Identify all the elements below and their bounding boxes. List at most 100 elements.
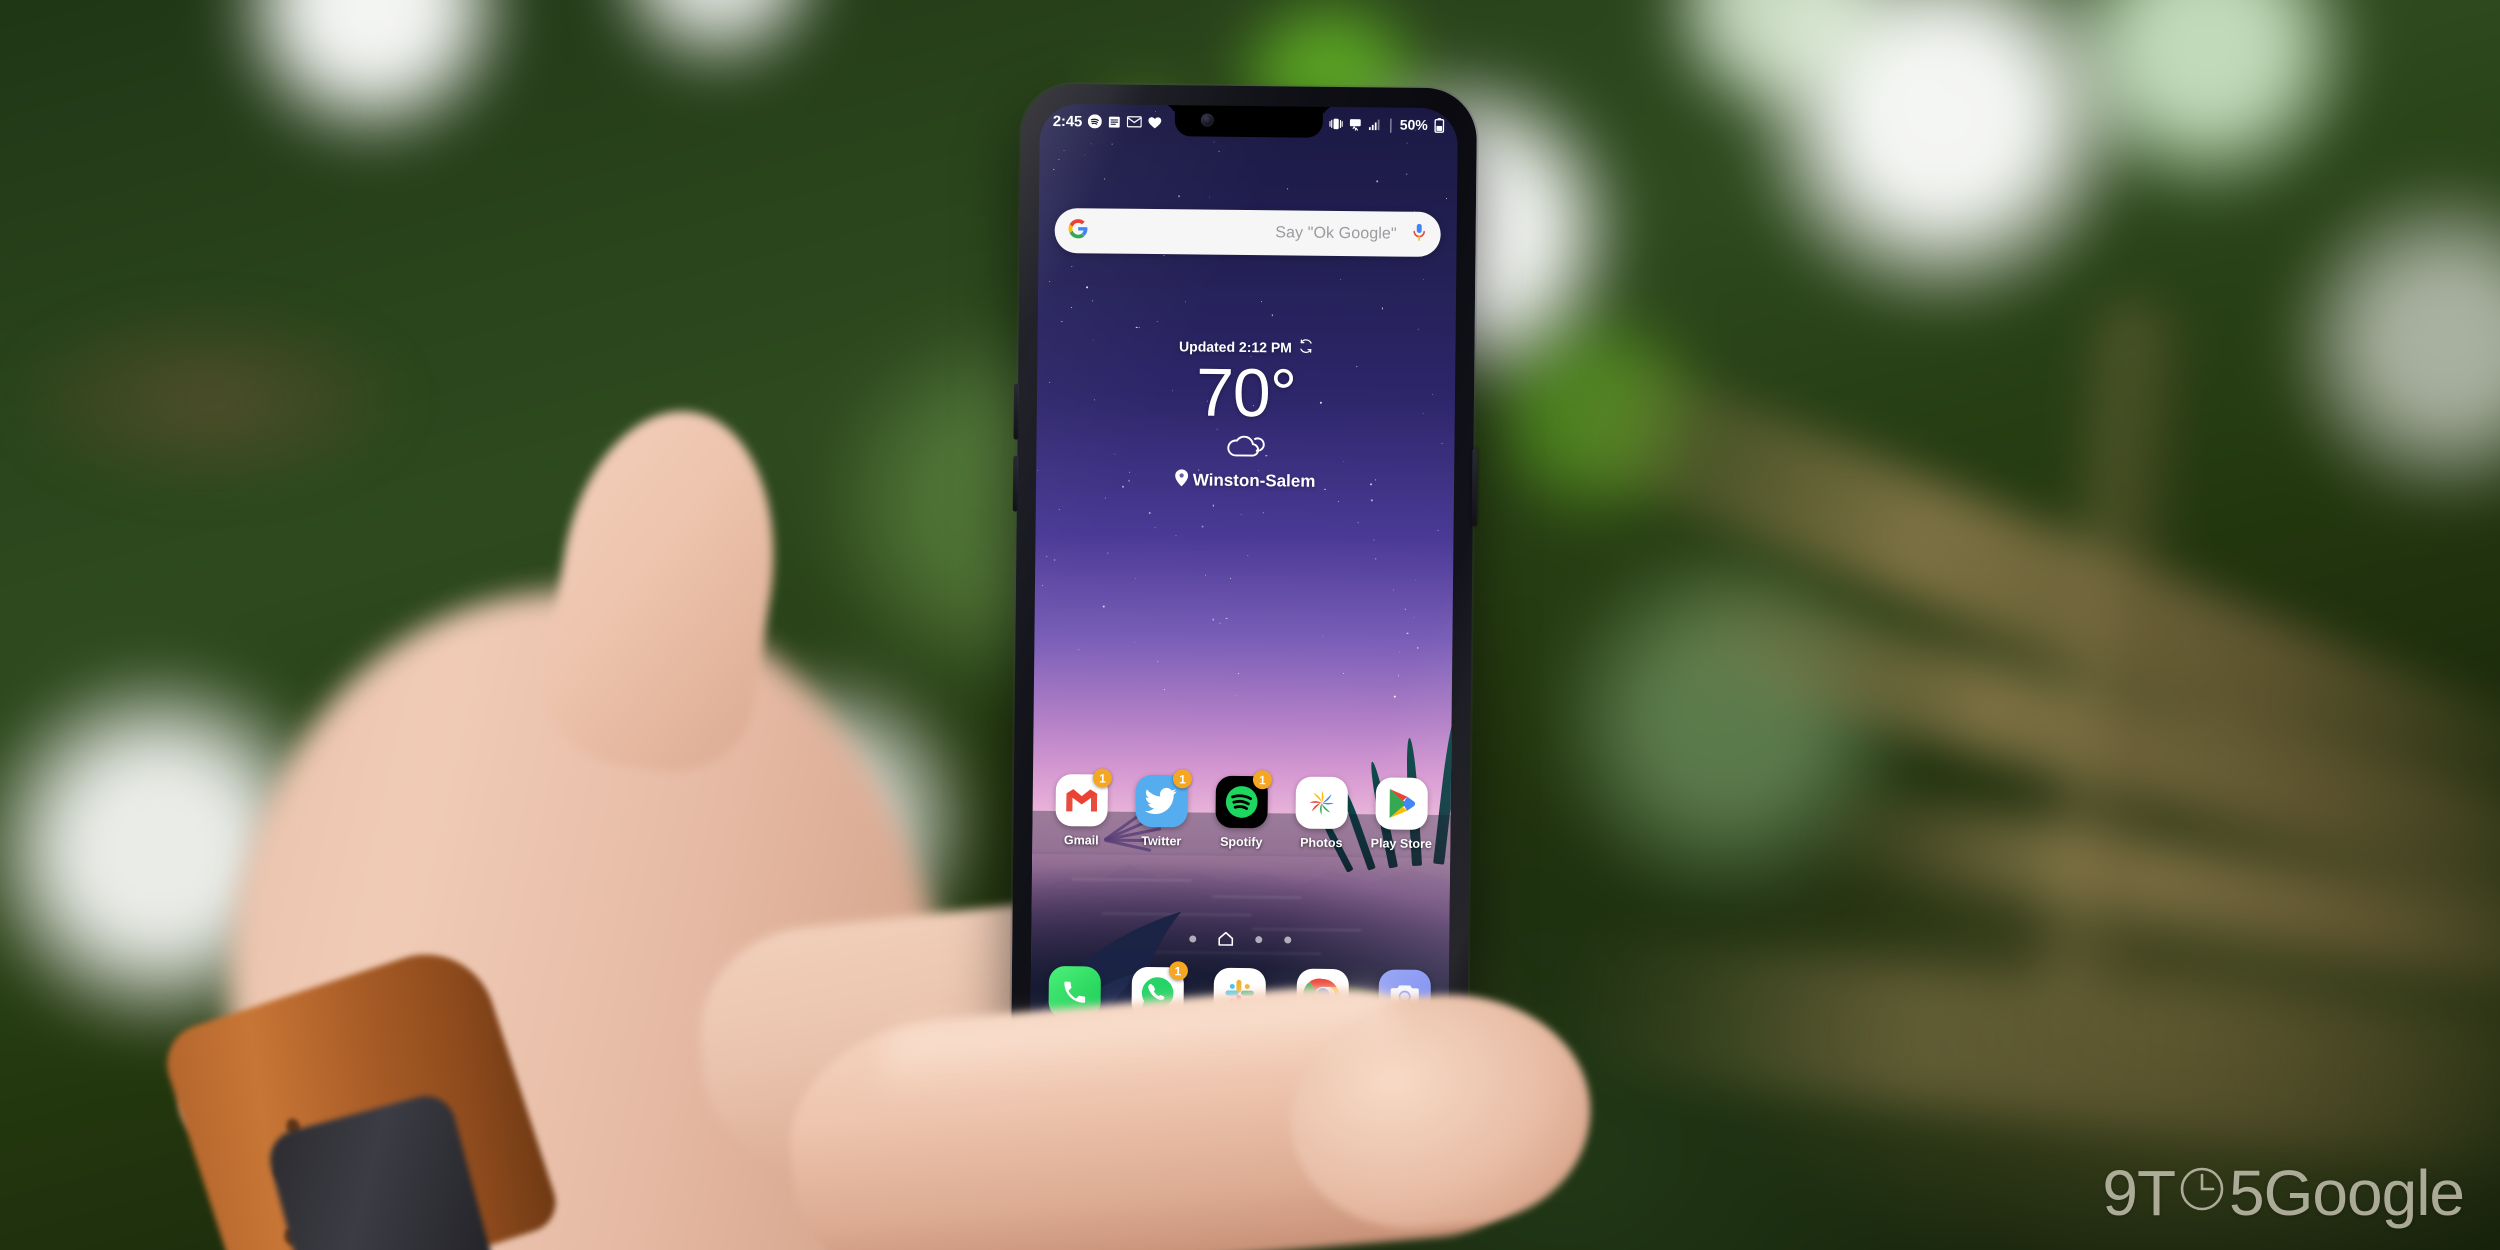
star <box>1437 529 1439 531</box>
list-icon <box>1108 115 1121 128</box>
star <box>1262 511 1264 513</box>
star <box>1135 326 1138 329</box>
app-label: Gmail <box>1063 833 1099 848</box>
star <box>1138 326 1140 328</box>
location-pin-icon <box>1174 468 1188 491</box>
star <box>1078 649 1080 651</box>
star <box>1164 689 1166 691</box>
status-divider: | <box>1388 115 1393 134</box>
star <box>1393 589 1395 591</box>
star <box>1373 538 1375 540</box>
star <box>1321 636 1323 638</box>
star <box>1240 513 1242 515</box>
star <box>1148 511 1151 514</box>
star <box>1163 255 1165 257</box>
star <box>1218 150 1220 152</box>
spotify-icon <box>1088 114 1103 129</box>
star <box>1212 505 1215 507</box>
star <box>1357 522 1359 524</box>
star <box>1414 580 1416 582</box>
star <box>1416 647 1419 650</box>
star <box>1184 301 1186 303</box>
google-g-icon <box>1068 218 1089 244</box>
star <box>1260 301 1262 303</box>
badge-count: 1 <box>1172 769 1193 789</box>
star <box>1414 616 1416 618</box>
microphone-icon[interactable] <box>1411 222 1428 246</box>
page-dot[interactable] <box>1284 935 1292 944</box>
weather-temperature: 70° <box>1195 354 1297 432</box>
status-bar-clock: 2:45 <box>1052 112 1083 130</box>
star <box>1134 578 1136 580</box>
photos-icon[interactable] <box>1295 776 1348 830</box>
volume-down-button[interactable] <box>1012 455 1019 512</box>
star <box>1070 265 1072 267</box>
app-row: 1 Gmail 1 Twitter 1 Spotify Photos Play … <box>1032 768 1451 851</box>
battery-icon <box>1434 117 1445 133</box>
star <box>1247 554 1249 556</box>
star <box>1381 307 1384 310</box>
weather-widget[interactable]: Updated 2:12 PM 70° Winston-Salem <box>1036 336 1456 494</box>
star <box>1063 149 1065 152</box>
app-photos[interactable]: Photos <box>1286 776 1357 850</box>
badge-count: 1 <box>1252 770 1273 790</box>
phone-screen[interactable]: 2:45 | 50% Say "Ok Google" Updated 2:12 … <box>1030 103 1458 1065</box>
star <box>1234 694 1236 696</box>
app-gmail[interactable]: 1 Gmail <box>1046 768 1117 848</box>
app-label: Play Store <box>1370 836 1432 851</box>
star <box>1406 142 1408 144</box>
star <box>1342 673 1344 675</box>
star <box>1417 328 1420 331</box>
star <box>1376 180 1379 182</box>
volume-up-button[interactable] <box>1013 383 1020 440</box>
app-twitter[interactable]: 1 Twitter <box>1126 769 1197 849</box>
refresh-icon[interactable] <box>1299 339 1314 357</box>
clock-icon <box>2176 1156 2228 1230</box>
star <box>1070 307 1072 309</box>
star <box>1340 279 1342 281</box>
google-search-bar[interactable]: Say "Ok Google" <box>1054 207 1441 258</box>
watermark: 9T 5Google <box>2102 1156 2465 1230</box>
star <box>1052 169 1055 171</box>
gmail-icon <box>1127 116 1143 128</box>
watermark-suffix: 5Google <box>2229 1157 2465 1229</box>
app-spotify[interactable]: 1 Spotify <box>1206 770 1277 850</box>
star <box>1404 608 1406 610</box>
star <box>1209 196 1211 198</box>
star <box>1393 695 1396 698</box>
star <box>1212 619 1215 621</box>
star <box>1201 525 1204 528</box>
search-input[interactable]: Say "Ok Google" <box>1089 222 1411 243</box>
star <box>1397 674 1400 677</box>
star <box>1157 660 1159 662</box>
star <box>1156 321 1158 323</box>
star <box>1237 673 1239 675</box>
page-dot[interactable] <box>1255 935 1263 943</box>
star <box>1084 154 1086 156</box>
star <box>1286 188 1288 190</box>
smartphone[interactable]: 2:45 | 50% Say "Ok Google" Updated 2:12 … <box>1010 83 1478 1085</box>
star <box>1134 641 1136 643</box>
weather-updated-label: Updated 2:12 PM <box>1178 338 1292 356</box>
heart-icon <box>1148 115 1162 128</box>
star <box>1086 286 1089 289</box>
star <box>1406 632 1409 635</box>
home-icon[interactable] <box>1218 931 1234 946</box>
star <box>1057 159 1059 161</box>
star <box>1370 499 1373 502</box>
photo-scene: 2:45 | 50% Say "Ok Google" Updated 2:12 … <box>0 0 2500 1250</box>
knuckle-shadow <box>0 300 420 500</box>
star <box>1041 585 1043 587</box>
weather-location-row: Winston-Salem <box>1174 468 1316 492</box>
page-dot[interactable] <box>1189 934 1197 943</box>
app-label: Photos <box>1300 835 1343 851</box>
star <box>1111 143 1113 145</box>
star <box>1205 574 1207 577</box>
star <box>1105 497 1107 499</box>
playstore-icon[interactable] <box>1375 777 1428 830</box>
star <box>1107 552 1109 554</box>
power-button[interactable] <box>1471 448 1478 527</box>
badge-count: 1 <box>1092 768 1113 788</box>
star <box>1177 195 1180 198</box>
app-play-store[interactable]: Play Store <box>1366 777 1437 851</box>
